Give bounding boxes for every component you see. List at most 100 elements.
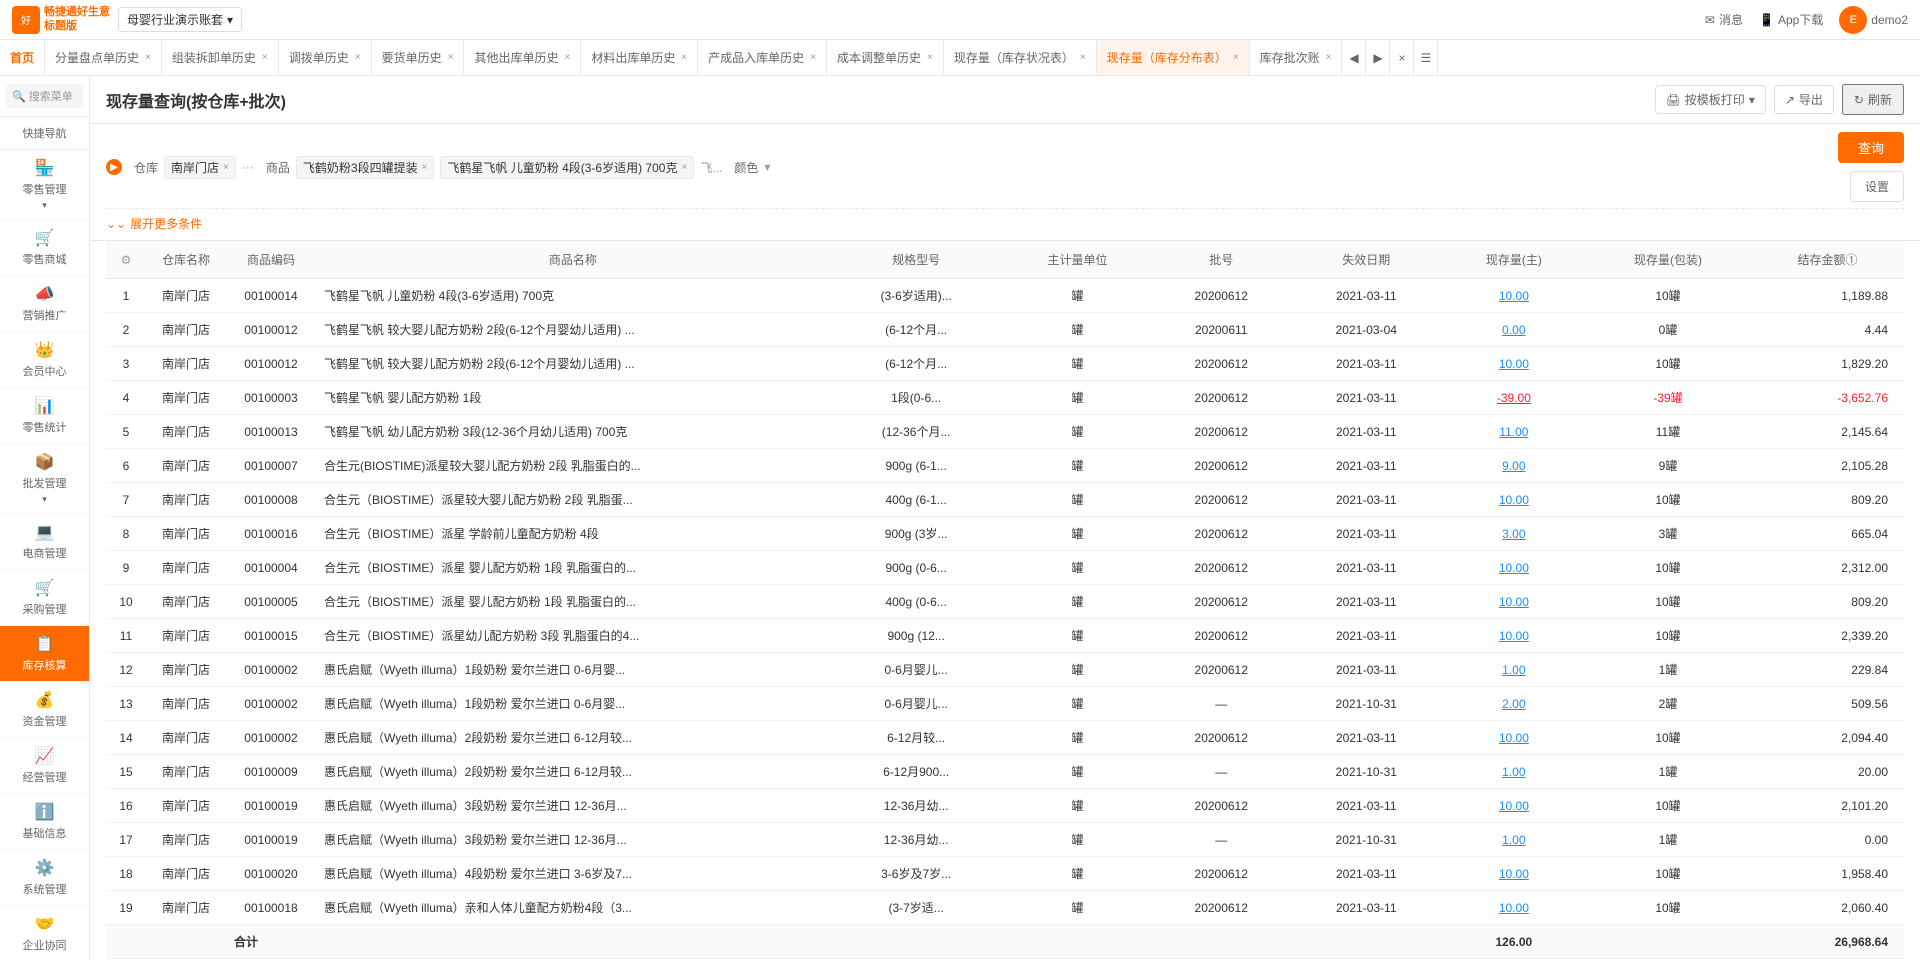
cell-qty-main[interactable]: 11.00 — [1443, 415, 1585, 449]
tab-zuzhuang[interactable]: 组装拆卸单历史 × — [162, 40, 279, 76]
tab-yaohuo[interactable]: 要货单历史 × — [372, 40, 465, 76]
search-menu-button[interactable]: 🔍 搜索菜单 — [6, 84, 83, 108]
sidebar-item-会员中心[interactable]: 👑 会员中心 — [0, 332, 89, 388]
tab-cailiao[interactable]: 材料出库单历史 × — [581, 40, 698, 76]
cell-qty-main[interactable]: 1.00 — [1443, 653, 1585, 687]
settings-icon[interactable]: ⚙ — [121, 253, 132, 267]
close-icon[interactable]: × — [1326, 52, 1332, 63]
filter-toggle-button[interactable]: ▶ — [106, 159, 122, 175]
sidebar-item-零售统计[interactable]: 📊 零售统计 — [0, 388, 89, 444]
cell-qty-main[interactable]: 10.00 — [1443, 789, 1585, 823]
user-menu[interactable]: E demo2 — [1839, 6, 1908, 34]
more-products[interactable]: 飞... — [700, 159, 722, 176]
cell-index: 17 — [106, 823, 146, 857]
tab-close-button[interactable]: × — [1390, 40, 1414, 76]
cell-qty-main[interactable]: -39.00 — [1443, 381, 1585, 415]
color-dropdown-icon[interactable]: ▾ — [764, 160, 770, 174]
menu-icon: 🤝 — [35, 914, 55, 934]
tab-kupi[interactable]: 库存批次账 × — [1250, 40, 1343, 76]
tab-xiancun2[interactable]: 现存量（库存分布表） × — [1097, 40, 1250, 76]
cell-index: 11 — [106, 619, 146, 653]
sidebar-item-零售商城[interactable]: 🛒 零售商城 — [0, 220, 89, 276]
tab-next-button[interactable]: ▶ — [1366, 40, 1390, 76]
cell-qty-main[interactable]: 10.00 — [1443, 857, 1585, 891]
expand-more-filters[interactable]: ⌄⌄ 展开更多条件 — [106, 215, 1904, 232]
close-icon[interactable]: × — [145, 52, 151, 63]
col-header-spec: 规格型号 — [830, 241, 1003, 279]
remove-product-1-icon[interactable]: × — [422, 162, 428, 173]
cell-unit: 罐 — [1002, 789, 1152, 823]
close-icon[interactable]: × — [1080, 52, 1086, 63]
close-icon[interactable]: × — [564, 52, 570, 63]
sidebar-item-资金管理[interactable]: 💰 资金管理 — [0, 682, 89, 738]
close-icon[interactable]: × — [355, 52, 361, 63]
close-icon[interactable]: × — [448, 52, 454, 63]
sidebar-item-采购管理[interactable]: 🛒 采购管理 — [0, 570, 89, 626]
product-tag-2[interactable]: 飞鹤星飞帆 儿童奶粉 4段(3-6岁适用) 700克 × — [440, 156, 694, 179]
sidebar-item-基础信息[interactable]: ℹ️ 基础信息 — [0, 794, 89, 850]
cell-qty-main[interactable]: 1.00 — [1443, 755, 1585, 789]
sidebar-item-零售管理[interactable]: 🏪 零售管理 ▾ — [0, 150, 89, 220]
cell-qty-main[interactable]: 2.00 — [1443, 687, 1585, 721]
app-download-button[interactable]: 📱 App下载 — [1759, 11, 1823, 28]
quick-nav-button[interactable]: 快捷导航 — [0, 121, 89, 145]
close-icon[interactable]: × — [1233, 52, 1239, 63]
cell-qty-main[interactable]: 0.00 — [1443, 313, 1585, 347]
cell-qty-main[interactable]: 10.00 — [1443, 347, 1585, 381]
query-button[interactable]: 查询 — [1838, 132, 1904, 163]
sidebar-item-系统管理[interactable]: ⚙️ 系统管理 — [0, 850, 89, 906]
cell-qty-main[interactable]: 10.00 — [1443, 721, 1585, 755]
cell-qty-main[interactable]: 3.00 — [1443, 517, 1585, 551]
cell-code: 00100008 — [226, 483, 316, 517]
export-button[interactable]: ↗ 导出 — [1774, 85, 1834, 114]
cell-batch: 20200612 — [1153, 619, 1290, 653]
sidebar-item-批发管理[interactable]: 📦 批发管理 ▾ — [0, 444, 89, 514]
close-icon[interactable]: × — [927, 52, 933, 63]
cell-qty-main[interactable]: 1.00 — [1443, 823, 1585, 857]
sidebar-item-经营管理[interactable]: 📈 经营管理 — [0, 738, 89, 794]
settings-button[interactable]: 设置 — [1850, 171, 1904, 202]
account-selector[interactable]: 母婴行业演示账套 ▾ — [118, 7, 242, 32]
tab-xiancun1[interactable]: 现存量（库存状况表） × — [944, 40, 1097, 76]
col-header-settings[interactable]: ⚙ — [106, 241, 146, 279]
cell-balance: 1,829.20 — [1751, 347, 1904, 381]
cell-qty-main[interactable]: 10.00 — [1443, 619, 1585, 653]
cell-expire: 2021-03-11 — [1290, 619, 1443, 653]
cell-warehouse: 南岸门店 — [146, 415, 226, 449]
tab-fenliang[interactable]: 分量盘点单历史 × — [45, 40, 162, 76]
cell-qty-main[interactable]: 10.00 — [1443, 483, 1585, 517]
product-tag-1[interactable]: 飞鹤奶粉3段四罐提装 × — [296, 156, 435, 179]
close-icon[interactable]: × — [810, 52, 816, 63]
cell-qty-main[interactable]: 10.00 — [1443, 279, 1585, 313]
cell-name: 惠氏启赋（Wyeth illuma）3段奶粉 爱尔兰进口 12-36月... — [316, 789, 830, 823]
cell-qty-main[interactable]: 10.00 — [1443, 551, 1585, 585]
more-warehouses[interactable]: ··· — [242, 160, 254, 174]
tab-qita[interactable]: 其他出库单历史 × — [464, 40, 581, 76]
sidebar-item-企业协同[interactable]: 🤝 企业协同 — [0, 906, 89, 960]
refresh-button[interactable]: ↻ 刷新 — [1842, 84, 1904, 115]
message-button[interactable]: ✉ 消息 — [1705, 11, 1743, 28]
cell-code: 00100007 — [226, 449, 316, 483]
close-icon[interactable]: × — [681, 52, 687, 63]
cell-batch: 20200611 — [1153, 313, 1290, 347]
cell-qty-main[interactable]: 10.00 — [1443, 585, 1585, 619]
remove-warehouse-icon[interactable]: × — [223, 162, 229, 173]
warehouse-tag[interactable]: 南岸门店 × — [164, 156, 236, 179]
tab-chengben[interactable]: 成本调整单历史 × — [827, 40, 944, 76]
sidebar-item-电商管理[interactable]: 💻 电商管理 — [0, 514, 89, 570]
tab-home[interactable]: 首页 — [0, 40, 45, 76]
close-icon[interactable]: × — [262, 52, 268, 63]
cell-qty-main[interactable]: 10.00 — [1443, 891, 1585, 925]
print-button[interactable]: 🖨 按模板打印 ▾ — [1655, 85, 1766, 114]
tab-diaob[interactable]: 调拨单历史 × — [279, 40, 372, 76]
cell-warehouse: 南岸门店 — [146, 789, 226, 823]
sidebar-item-库存核算[interactable]: 📋 库存核算 — [0, 626, 89, 682]
tab-prev-button[interactable]: ◀ — [1342, 40, 1366, 76]
remove-product-2-icon[interactable]: × — [681, 162, 687, 173]
tab-menu-button[interactable]: ☰ — [1414, 40, 1438, 76]
cell-qty-main[interactable]: 9.00 — [1443, 449, 1585, 483]
tab-chengpin[interactable]: 产成品入库单历史 × — [698, 40, 827, 76]
cell-index: 13 — [106, 687, 146, 721]
cell-unit: 罐 — [1002, 721, 1152, 755]
sidebar-item-营销推广[interactable]: 📣 营销推广 — [0, 276, 89, 332]
